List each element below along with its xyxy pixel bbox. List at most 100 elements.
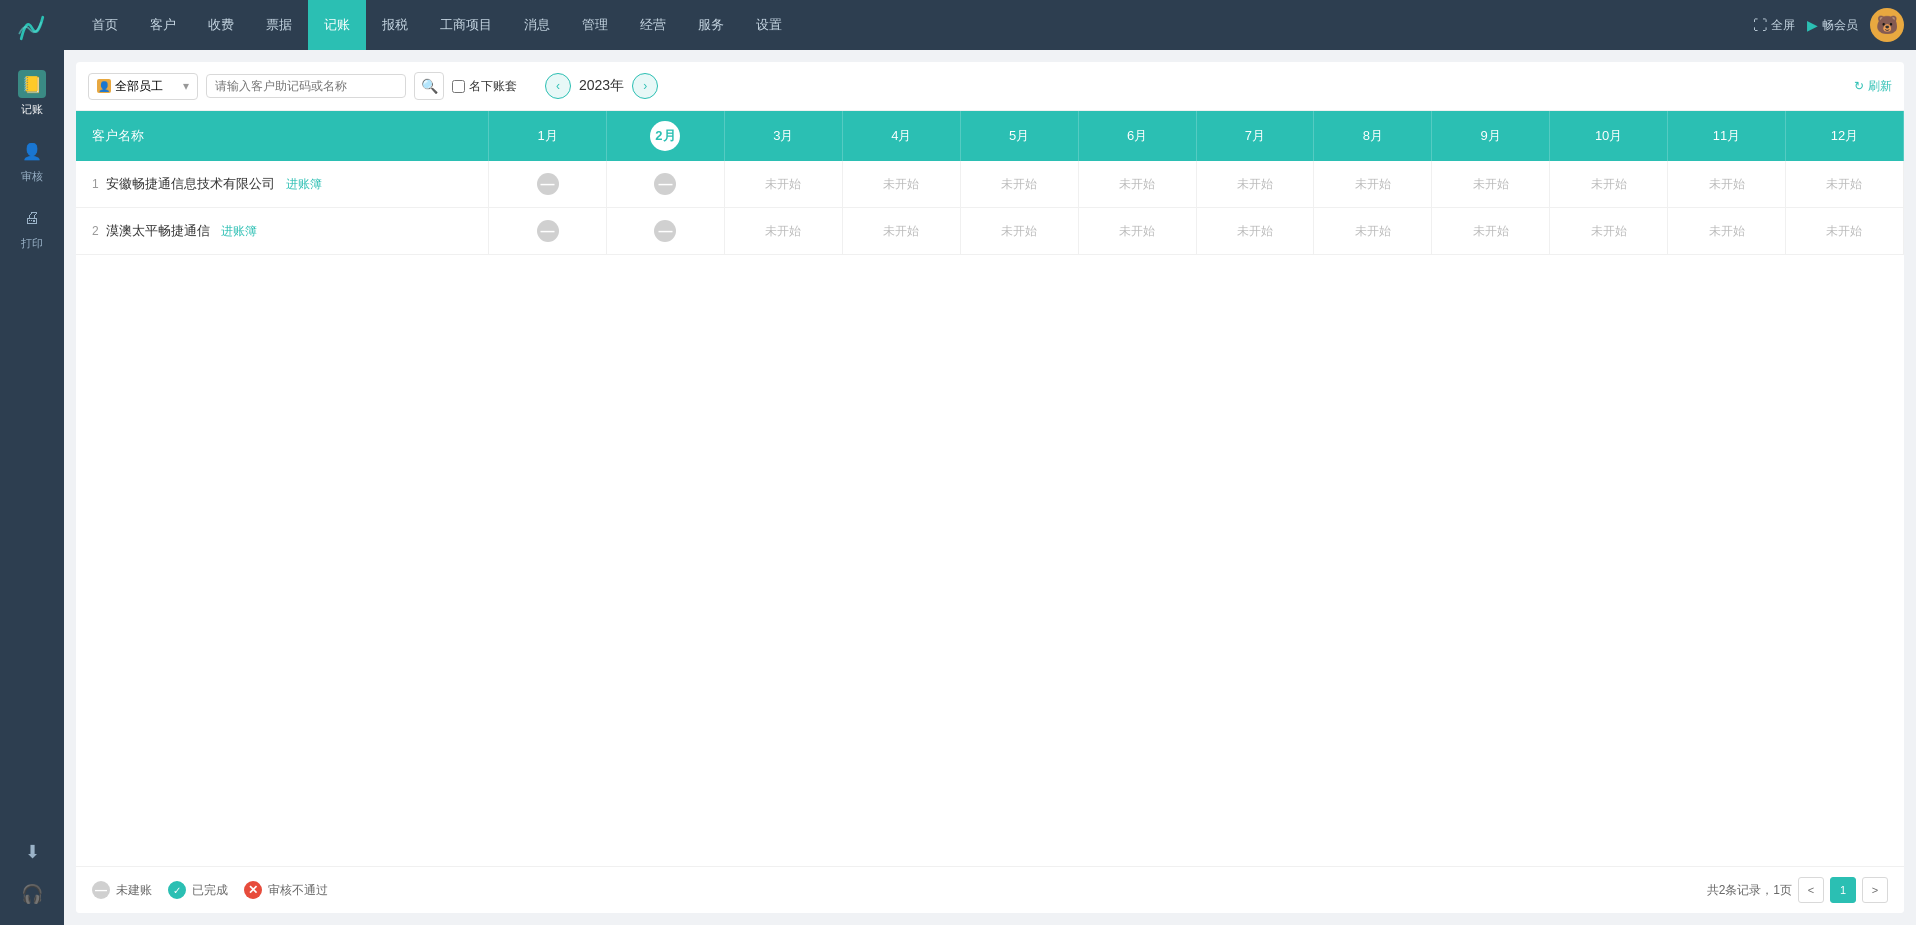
row-0-month-8: 未开始	[1314, 161, 1432, 208]
row-1-month-5: 未开始	[960, 208, 1078, 255]
completed-icon: ✓	[168, 881, 186, 899]
row-0-entry-link[interactable]: 进账簿	[286, 177, 322, 191]
accounts-table-wrapper: 客户名称 1月 2月 3月 4月 5月 6月 7月 8月 9月	[76, 111, 1904, 866]
legend-completed-label: 已完成	[192, 882, 228, 899]
status-not-built-icon: —	[537, 173, 559, 195]
vip-button[interactable]: ▶ 畅会员	[1807, 17, 1858, 34]
nav-management[interactable]: 管理	[566, 0, 624, 50]
table-body: 1 安徽畅捷通信息技术有限公司 进账簿 ——未开始未开始未开始未开始未开始未开始…	[76, 161, 1904, 255]
legend-not-built-label: 未建账	[116, 882, 152, 899]
my-accounts-checkbox[interactable]	[452, 80, 465, 93]
row-1-month-4: 未开始	[842, 208, 960, 255]
employee-select-icon: 👤	[97, 79, 111, 93]
fullscreen-label: 全屏	[1771, 17, 1795, 34]
col-header-name: 客户名称	[76, 111, 489, 161]
legend-rejected: ✕ 审核不通过	[244, 881, 328, 899]
fullscreen-button[interactable]: ⛶ 全屏	[1753, 17, 1795, 34]
nav-settings[interactable]: 设置	[740, 0, 798, 50]
status-not-started: 未开始	[1591, 224, 1627, 238]
nav-customer[interactable]: 客户	[134, 0, 192, 50]
row-0-name-cell: 1 安徽畅捷通信息技术有限公司 进账簿	[76, 161, 489, 208]
main-content: 首页 客户 收费 票据 记账 报税 工商项目 消息 管理 经营 服务 设置 ⛶ …	[64, 0, 1916, 925]
row-1-num: 2	[92, 224, 99, 238]
row-1-month-1: —	[489, 208, 607, 255]
col-header-m7: 7月	[1196, 111, 1314, 161]
nav-home[interactable]: 首页	[76, 0, 134, 50]
refresh-button[interactable]: ↻ 刷新	[1854, 78, 1892, 95]
row-1-entry-link[interactable]: 进账簿	[221, 224, 257, 238]
download-icon: ⬇	[25, 841, 40, 863]
nav-operation[interactable]: 经营	[624, 0, 682, 50]
status-not-started: 未开始	[1355, 224, 1391, 238]
nav-business[interactable]: 工商项目	[424, 0, 508, 50]
page-next-button[interactable]: >	[1862, 877, 1888, 903]
sidebar-item-accounting[interactable]: 📒 记账	[0, 60, 64, 127]
row-0-month-2: —	[607, 161, 725, 208]
vip-label: 畅会员	[1822, 17, 1858, 34]
chevron-down-icon: ▾	[183, 79, 189, 93]
sidebar-item-download[interactable]: ⬇	[0, 833, 64, 871]
status-not-started: 未开始	[883, 224, 919, 238]
status-not-started: 未开始	[1826, 177, 1862, 191]
my-accounts-label: 名下账套	[469, 78, 517, 95]
employee-select[interactable]: 👤 全部员工 ▾	[88, 73, 198, 100]
status-not-started: 未开始	[765, 177, 801, 191]
row-0-month-6: 未开始	[1078, 161, 1196, 208]
row-0-month-11: 未开始	[1668, 161, 1786, 208]
nav-tax[interactable]: 报税	[366, 0, 424, 50]
row-1-month-8: 未开始	[1314, 208, 1432, 255]
nav-message[interactable]: 消息	[508, 0, 566, 50]
nav-accounting[interactable]: 记账	[308, 0, 366, 50]
col-header-m6: 6月	[1078, 111, 1196, 161]
page-prev-button[interactable]: <	[1798, 877, 1824, 903]
nav-invoice[interactable]: 票据	[250, 0, 308, 50]
col-header-m11: 11月	[1668, 111, 1786, 161]
current-month-circle: 2月	[650, 121, 680, 151]
col-header-m10: 10月	[1550, 111, 1668, 161]
nav-service[interactable]: 服务	[682, 0, 740, 50]
status-not-started: 未开始	[883, 177, 919, 191]
col-header-m2: 2月	[607, 111, 725, 161]
row-0-month-7: 未开始	[1196, 161, 1314, 208]
status-not-started: 未开始	[1237, 224, 1273, 238]
row-0-customer-name: 安徽畅捷通信息技术有限公司	[106, 176, 275, 191]
status-not-started: 未开始	[1001, 177, 1037, 191]
year-navigation: ‹ 2023年 ›	[545, 73, 658, 99]
nav-billing[interactable]: 收费	[192, 0, 250, 50]
year-next-button[interactable]: ›	[632, 73, 658, 99]
status-not-started: 未开始	[765, 224, 801, 238]
status-not-started: 未开始	[1591, 177, 1627, 191]
accounting-icon: 📒	[18, 70, 46, 98]
refresh-icon: ↻	[1854, 79, 1864, 93]
row-0-month-1: —	[489, 161, 607, 208]
col-header-m8: 8月	[1314, 111, 1432, 161]
status-not-started: 未开始	[1473, 177, 1509, 191]
page-current-button[interactable]: 1	[1830, 877, 1856, 903]
status-not-started: 未开始	[1237, 177, 1273, 191]
row-1-month-11: 未开始	[1668, 208, 1786, 255]
search-icon: 🔍	[421, 78, 438, 94]
main-card: 👤 全部员工 ▾ 🔍 名下账套 ‹ 2023年 ›	[76, 62, 1904, 913]
search-input[interactable]	[206, 74, 406, 98]
table-header: 客户名称 1月 2月 3月 4月 5月 6月 7月 8月 9月	[76, 111, 1904, 161]
not-built-icon: —	[92, 881, 110, 899]
vip-icon: ▶	[1807, 17, 1818, 33]
col-header-m3: 3月	[724, 111, 842, 161]
sidebar-item-headset[interactable]: 🎧	[0, 875, 64, 913]
sidebar-bottom: ⬇ 🎧	[0, 833, 64, 925]
pagination: 共2条记录，1页 < 1 >	[1707, 877, 1888, 903]
page-content: 👤 全部员工 ▾ 🔍 名下账套 ‹ 2023年 ›	[64, 50, 1916, 925]
sidebar: 📒 记账 👤 审核 🖨 打印 ⬇ 🎧	[0, 0, 64, 925]
row-1-month-12: 未开始	[1785, 208, 1903, 255]
row-1-customer-name: 漠澳太平畅捷通信	[106, 223, 210, 238]
sidebar-item-print[interactable]: 🖨 打印	[0, 194, 64, 261]
row-0-month-3: 未开始	[724, 161, 842, 208]
avatar[interactable]: 🐻	[1870, 8, 1904, 42]
year-prev-button[interactable]: ‹	[545, 73, 571, 99]
row-0-month-10: 未开始	[1550, 161, 1668, 208]
search-button[interactable]: 🔍	[414, 72, 444, 100]
my-accounts-checkbox-label[interactable]: 名下账套	[452, 78, 517, 95]
status-not-built-icon: —	[537, 220, 559, 242]
sidebar-item-review[interactable]: 👤 审核	[0, 127, 64, 194]
table-row: 2 漠澳太平畅捷通信 进账簿 ——未开始未开始未开始未开始未开始未开始未开始未开…	[76, 208, 1904, 255]
